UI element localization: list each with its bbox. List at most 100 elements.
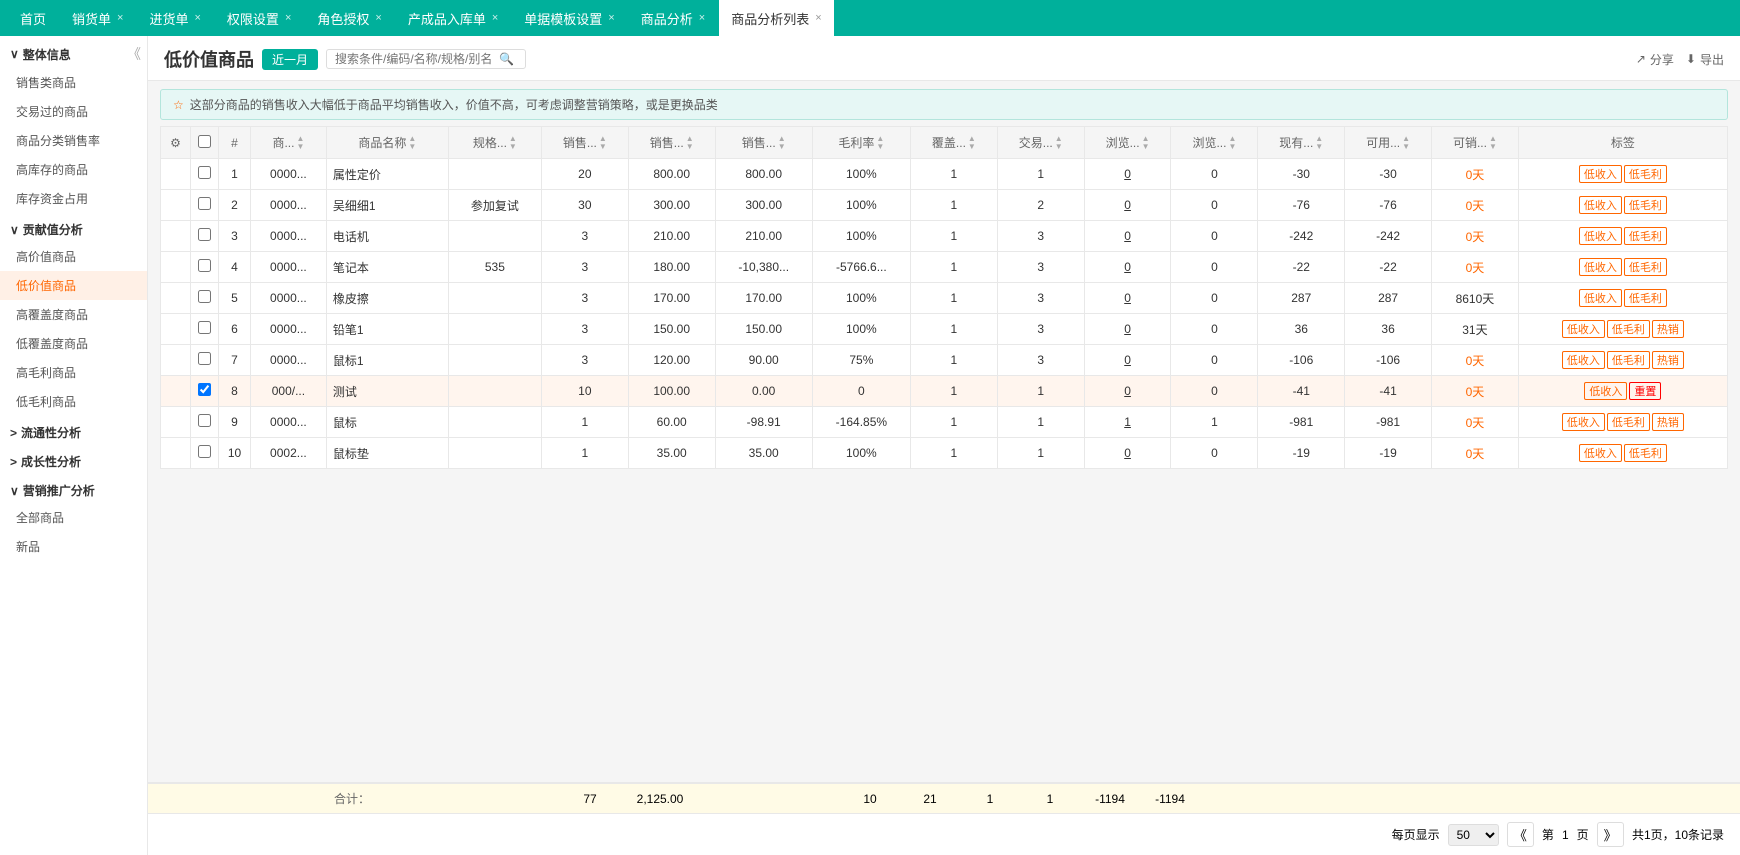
search-input[interactable] [335,52,495,66]
sidebar-section-liquidity[interactable]: > 流通性分析 [0,416,147,445]
page-size-select[interactable]: 50 100 200 [1448,824,1499,846]
th-total[interactable]: 销售...▲▼ [715,127,812,159]
close-permissions-tab-icon[interactable]: × [285,12,291,24]
period-button[interactable]: 近一月 [262,49,318,70]
th-margin[interactable]: 毛利率▲▼ [812,127,910,159]
cell-checkbox[interactable] [191,376,219,407]
pv1-link[interactable]: 0 [1124,322,1131,336]
cell-checkbox[interactable] [191,159,219,190]
sidebar-item-sales-products[interactable]: 销售类商品 [0,68,147,97]
pv1-link[interactable]: 1 [1124,415,1131,429]
nav-tab-template[interactable]: 单据模板设置 × [512,0,626,36]
cell-pv1[interactable]: 0 [1084,438,1171,469]
nav-tab-sales[interactable]: 销货单 × [60,0,135,36]
row-checkbox[interactable] [198,228,211,241]
pv1-link[interactable]: 0 [1124,384,1131,398]
th-code[interactable]: 商...▲▼ [251,127,327,159]
th-price[interactable]: 销售...▲▼ [628,127,715,159]
nav-tab-product-list[interactable]: 商品分析列表 × [719,0,833,36]
pv1-link[interactable]: 0 [1124,260,1131,274]
th-name[interactable]: 商品名称▲▼ [326,127,448,159]
close-product-list-tab-icon[interactable]: × [815,12,821,24]
cell-checkbox[interactable] [191,438,219,469]
row-checkbox[interactable] [198,259,211,272]
pv1-link[interactable]: 0 [1124,198,1131,212]
pv1-link[interactable]: 0 [1124,446,1131,460]
row-checkbox[interactable] [198,414,211,427]
cell-qty: 3 [541,252,628,283]
close-inventory-tab-icon[interactable]: × [492,12,498,24]
sidebar-item-high-coverage[interactable]: 高覆盖度商品 [0,300,147,329]
cell-checkbox[interactable] [191,314,219,345]
close-purchase-tab-icon[interactable]: × [194,12,200,24]
th-current[interactable]: 现有...▲▼ [1258,127,1345,159]
pv1-link[interactable]: 0 [1124,167,1131,181]
close-template-tab-icon[interactable]: × [608,12,614,24]
nav-tab-product-analysis[interactable]: 商品分析 × [629,0,717,36]
cell-checkbox[interactable] [191,283,219,314]
th-pv1[interactable]: 浏览...▲▼ [1084,127,1171,159]
row-checkbox[interactable] [198,166,211,179]
row-checkbox[interactable] [198,197,211,210]
th-available[interactable]: 可用...▲▼ [1345,127,1432,159]
sidebar-item-low-margin[interactable]: 低毛利商品 [0,387,147,416]
th-settings[interactable]: ⚙ [161,127,191,159]
search-icon[interactable]: 🔍 [499,52,514,66]
sidebar-item-traded-products[interactable]: 交易过的商品 [0,97,147,126]
th-spec[interactable]: 规格...▲▼ [448,127,541,159]
export-button[interactable]: ⬇ 导出 [1686,51,1724,68]
sidebar-collapse-btn[interactable]: 《 [127,44,141,64]
sidebar-item-inventory-capital[interactable]: 库存资金占用 [0,184,147,213]
th-qty[interactable]: 销售...▲▼ [541,127,628,159]
pv1-link[interactable]: 0 [1124,229,1131,243]
th-coverage[interactable]: 覆盖...▲▼ [910,127,997,159]
cell-checkbox[interactable] [191,345,219,376]
next-page-button[interactable]: 》 [1597,822,1624,847]
nav-tab-purchase[interactable]: 进货单 × [137,0,212,36]
sidebar-item-category-sales[interactable]: 商品分类销售率 [0,126,147,155]
row-checkbox[interactable] [198,383,211,396]
cell-checkbox[interactable] [191,252,219,283]
row-checkbox[interactable] [198,445,211,458]
table-wrapper[interactable]: ⚙ # 商...▲▼ 商品名称▲▼ 规格...▲▼ 销售...▲▼ 销售...▲… [148,126,1740,782]
select-all-checkbox[interactable] [198,135,211,148]
th-pv2[interactable]: 浏览...▲▼ [1171,127,1258,159]
settings-icon[interactable]: ⚙ [170,136,181,150]
cell-pv1[interactable]: 0 [1084,345,1171,376]
cell-pv1[interactable]: 0 [1084,190,1171,221]
close-roles-tab-icon[interactable]: × [375,12,381,24]
sidebar-section-growth[interactable]: > 成长性分析 [0,445,147,474]
cell-pv1[interactable]: 0 [1084,252,1171,283]
pv1-link[interactable]: 0 [1124,353,1131,367]
sidebar-item-low-coverage[interactable]: 低覆盖度商品 [0,329,147,358]
row-checkbox[interactable] [198,352,211,365]
first-page-button[interactable]: 《 [1507,822,1534,847]
row-checkbox[interactable] [198,290,211,303]
sidebar-item-high-value[interactable]: 高价值商品 [0,242,147,271]
close-product-analysis-tab-icon[interactable]: × [699,12,705,24]
cell-pv1[interactable]: 0 [1084,314,1171,345]
cell-checkbox[interactable] [191,190,219,221]
th-trade[interactable]: 交易...▲▼ [997,127,1084,159]
cell-pv1[interactable]: 0 [1084,159,1171,190]
nav-tab-roles[interactable]: 角色授权 × [305,0,393,36]
cell-pv1[interactable]: 0 [1084,221,1171,252]
th-sellable[interactable]: 可销...▲▼ [1432,127,1519,159]
pv1-link[interactable]: 0 [1124,291,1131,305]
sidebar-item-all-products[interactable]: 全部商品 [0,503,147,532]
nav-tab-home[interactable]: 首页 [8,0,58,36]
sidebar-item-low-value[interactable]: 低价值商品 [0,271,147,300]
share-button[interactable]: ↗ 分享 [1636,51,1674,68]
row-checkbox[interactable] [198,321,211,334]
cell-pv1[interactable]: 1 [1084,407,1171,438]
nav-tab-inventory[interactable]: 产成品入库单 × [396,0,510,36]
nav-tab-permissions[interactable]: 权限设置 × [215,0,303,36]
sidebar-item-high-inventory[interactable]: 高库存的商品 [0,155,147,184]
cell-checkbox[interactable] [191,407,219,438]
cell-checkbox[interactable] [191,221,219,252]
cell-pv1[interactable]: 0 [1084,376,1171,407]
close-sales-tab-icon[interactable]: × [117,12,123,24]
cell-pv1[interactable]: 0 [1084,283,1171,314]
sidebar-item-new-products[interactable]: 新品 [0,532,147,561]
sidebar-item-high-margin[interactable]: 高毛利商品 [0,358,147,387]
